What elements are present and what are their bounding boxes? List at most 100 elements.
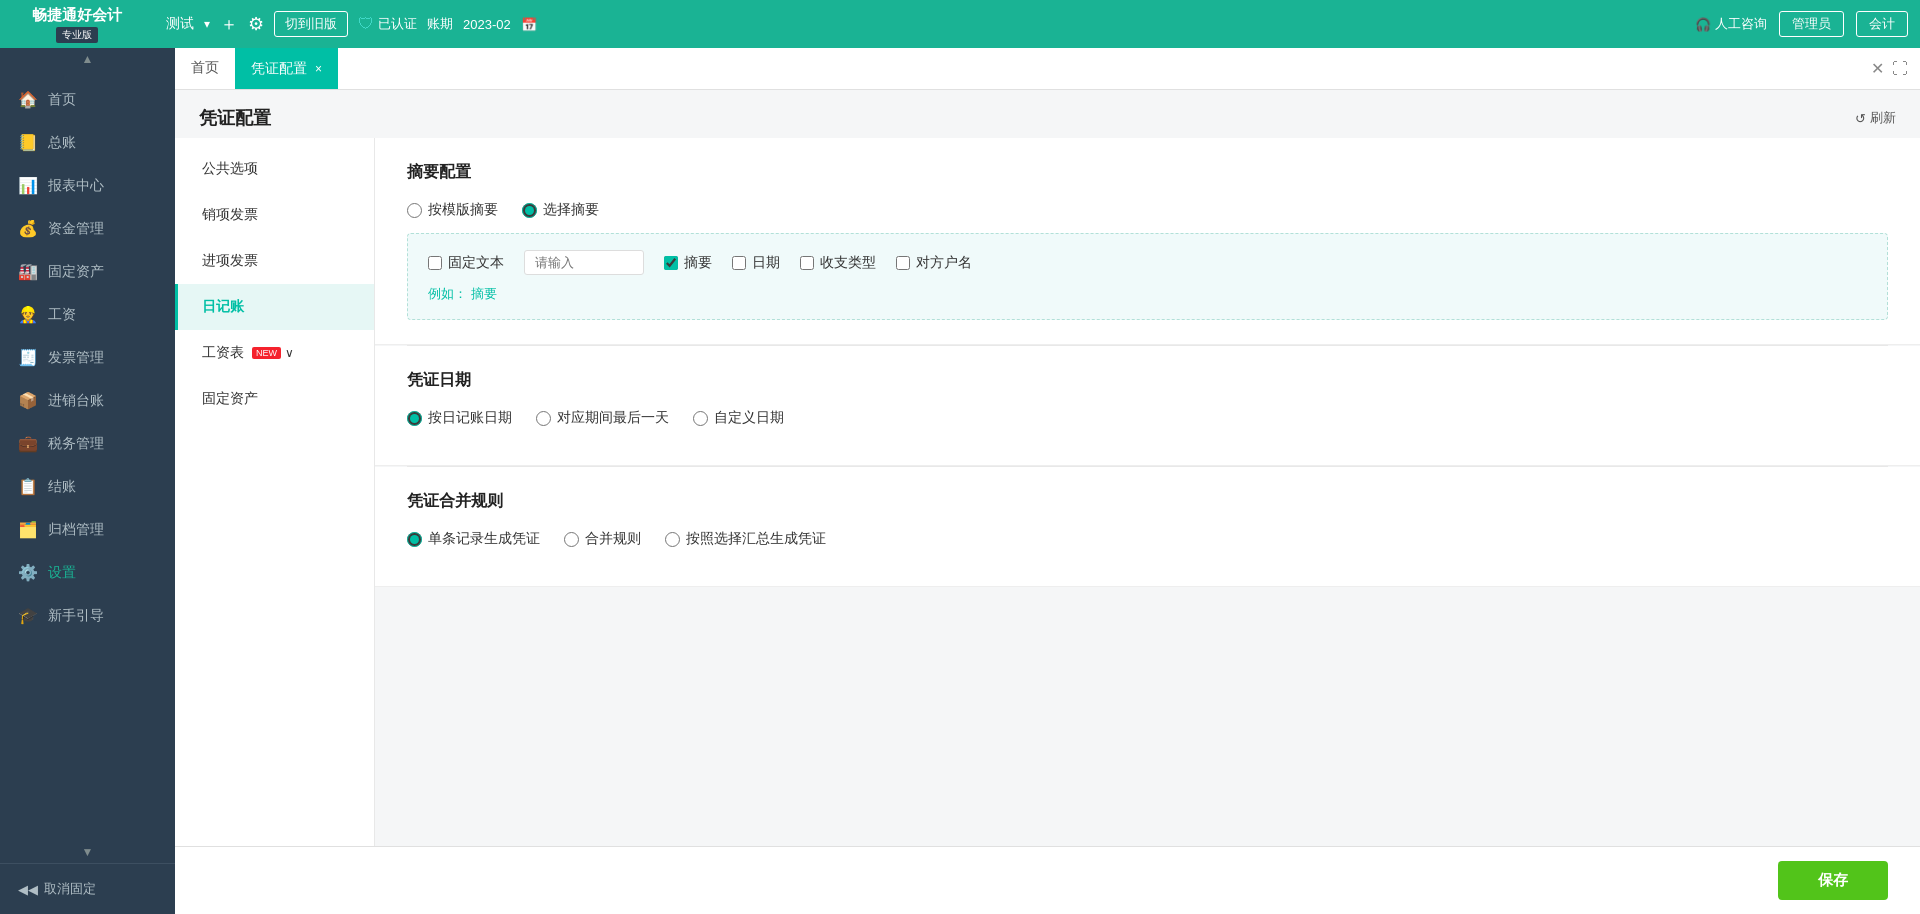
refresh-button[interactable]: ↺ 刷新 (1855, 109, 1896, 127)
single-record-radio[interactable] (407, 532, 422, 547)
role-button[interactable]: 会计 (1856, 11, 1908, 37)
checkbox-summary[interactable]: 摘要 (664, 254, 712, 272)
journal-date-radio[interactable] (407, 411, 422, 426)
scroll-down-arrow[interactable]: ▼ (0, 841, 175, 863)
left-menu-item-journal[interactable]: 日记账 (175, 284, 374, 330)
sidebar-item-label: 固定资产 (48, 263, 104, 281)
sidebar-item-reports[interactable]: 📊 报表中心 (0, 164, 175, 207)
sidebar-item-wages[interactable]: 👷 工资 (0, 293, 175, 336)
expand-tab-button[interactable]: ⛶ (1892, 60, 1908, 78)
example-text: 例如： 摘要 (428, 285, 1867, 303)
sidebar-item-assets[interactable]: 🏭 固定资产 (0, 250, 175, 293)
left-menu-item-public[interactable]: 公共选项 (175, 146, 374, 192)
sidebar-item-label: 税务管理 (48, 435, 104, 453)
merge-rules-radio[interactable] (564, 532, 579, 547)
sidebar-item-label: 新手引导 (48, 607, 104, 625)
consult-button[interactable]: 🎧 人工咨询 (1695, 15, 1767, 33)
verified-badge: 🛡 已认证 (358, 15, 417, 33)
date-radio-journal[interactable]: 按日记账日期 (407, 409, 512, 427)
shield-icon: 🛡 (358, 15, 374, 33)
summary-checkbox[interactable] (664, 256, 678, 270)
sidebar-item-settings[interactable]: ⚙️ 设置 (0, 551, 175, 594)
custom-date-radio[interactable] (693, 411, 708, 426)
home-icon: 🏠 (18, 90, 38, 109)
left-menu-item-purchase-invoice[interactable]: 进项发票 (175, 238, 374, 284)
left-menu-item-sales-invoice[interactable]: 销项发票 (175, 192, 374, 238)
period-last-radio[interactable] (536, 411, 551, 426)
date-checkbox[interactable] (732, 256, 746, 270)
summary-radio-template[interactable]: 按模版摘要 (407, 201, 498, 219)
tab-right-actions: ✕ ⛶ (1871, 59, 1920, 78)
calendar-icon[interactable]: 📅 (521, 17, 537, 32)
sidebar-item-label: 首页 (48, 91, 76, 109)
switch-version-button[interactable]: 切到旧版 (274, 11, 348, 37)
add-button[interactable]: ＋ (220, 12, 238, 36)
fixed-text-checkbox[interactable] (428, 256, 442, 270)
wages-icon: 👷 (18, 305, 38, 324)
summary-config-section: 摘要配置 按模版摘要 选择摘要 (375, 138, 1920, 345)
checkbox-date[interactable]: 日期 (732, 254, 780, 272)
save-button[interactable]: 保存 (1778, 861, 1888, 900)
logo-title: 畅捷通好会计 (32, 6, 122, 25)
settings-sidebar-icon: ⚙️ (18, 563, 38, 582)
sidebar-item-purchase-sales[interactable]: 📦 进销台账 (0, 379, 175, 422)
left-menu: 公共选项 销项发票 进项发票 日记账 工资表 NEW (175, 138, 375, 846)
income-type-checkbox[interactable] (800, 256, 814, 270)
app-container: 畅捷通好会计 专业版 测试 ▾ ＋ ⚙ 切到旧版 🛡 已认证 账期 2023-0… (0, 0, 1920, 914)
date-radio-custom[interactable]: 自定义日期 (693, 409, 784, 427)
sidebar-item-label: 设置 (48, 564, 76, 582)
tab-close-icon[interactable]: × (315, 62, 322, 76)
sidebar-item-invoices[interactable]: 🧾 发票管理 (0, 336, 175, 379)
date-radio-period-last[interactable]: 对应期间最后一天 (536, 409, 669, 427)
pin-icon: ◀◀ (18, 882, 38, 897)
example-value: 摘要 (471, 286, 497, 301)
cancel-fixed-button[interactable]: ◀◀ 取消固定 (10, 874, 165, 904)
summary-template-radio[interactable] (407, 203, 422, 218)
summary-config-box: 固定文本 摘要 日期 (407, 233, 1888, 320)
left-menu-item-wage-table[interactable]: 工资表 NEW ∨ (175, 330, 374, 376)
voucher-date-title: 凭证日期 (407, 370, 1888, 391)
checkbox-fixed-text[interactable]: 固定文本 (428, 254, 504, 272)
company-dropdown-icon[interactable]: ▾ (204, 17, 210, 31)
period-label: 账期 (427, 15, 453, 33)
logo-area: 畅捷通好会计 专业版 (12, 6, 142, 43)
settings-icon[interactable]: ⚙ (248, 13, 264, 35)
invoices-icon: 🧾 (18, 348, 38, 367)
sidebar-item-archive[interactable]: 🗂️ 归档管理 (0, 508, 175, 551)
sidebar-item-close[interactable]: 📋 结账 (0, 465, 175, 508)
summary-radio-select[interactable]: 选择摘要 (522, 201, 599, 219)
funds-icon: 💰 (18, 219, 38, 238)
sidebar-item-tax[interactable]: 💼 税务管理 (0, 422, 175, 465)
merge-radio-single[interactable]: 单条记录生成凭证 (407, 530, 540, 548)
page-inner: 公共选项 销项发票 进项发票 日记账 工资表 NEW (175, 138, 1920, 846)
summary-generate-radio[interactable] (665, 532, 680, 547)
admin-button[interactable]: 管理员 (1779, 11, 1844, 37)
merge-radio-rules[interactable]: 合并规则 (564, 530, 641, 548)
content-area: 首页 凭证配置 × ✕ ⛶ 凭证配置 ↺ 刷新 (175, 48, 1920, 914)
fixed-text-input[interactable] (524, 250, 644, 275)
guide-icon: 🎓 (18, 606, 38, 625)
left-menu-item-fixed-assets[interactable]: 固定资产 (175, 376, 374, 422)
sidebar-item-home[interactable]: 🏠 首页 (0, 78, 175, 121)
main-area: ▲ 🏠 首页 📒 总账 📊 报表中心 💰 资金管理 (0, 48, 1920, 914)
tab-voucher-config[interactable]: 凭证配置 × (235, 48, 338, 89)
close-period-icon: 📋 (18, 477, 38, 496)
refresh-label: 刷新 (1870, 109, 1896, 127)
summary-options-row: 固定文本 摘要 日期 (428, 250, 1867, 275)
tax-icon: 💼 (18, 434, 38, 453)
scroll-up-arrow[interactable]: ▲ (0, 48, 175, 70)
summary-select-radio[interactable] (522, 203, 537, 218)
sidebar-item-guide[interactable]: 🎓 新手引导 (0, 594, 175, 637)
tab-home[interactable]: 首页 (175, 48, 235, 89)
summary-config-title: 摘要配置 (407, 162, 1888, 183)
sidebar-item-label: 资金管理 (48, 220, 104, 238)
close-tab-button[interactable]: ✕ (1871, 59, 1884, 78)
cancel-fixed-label: 取消固定 (44, 880, 96, 898)
merge-radio-summary[interactable]: 按照选择汇总生成凭证 (665, 530, 826, 548)
sidebar-item-ledger[interactable]: 📒 总账 (0, 121, 175, 164)
checkbox-income-type[interactable]: 收支类型 (800, 254, 876, 272)
checkbox-counterpart-name[interactable]: 对方户名 (896, 254, 972, 272)
summary-radio-group: 按模版摘要 选择摘要 (407, 201, 1888, 219)
sidebar-item-funds[interactable]: 💰 资金管理 (0, 207, 175, 250)
counterpart-name-checkbox[interactable] (896, 256, 910, 270)
